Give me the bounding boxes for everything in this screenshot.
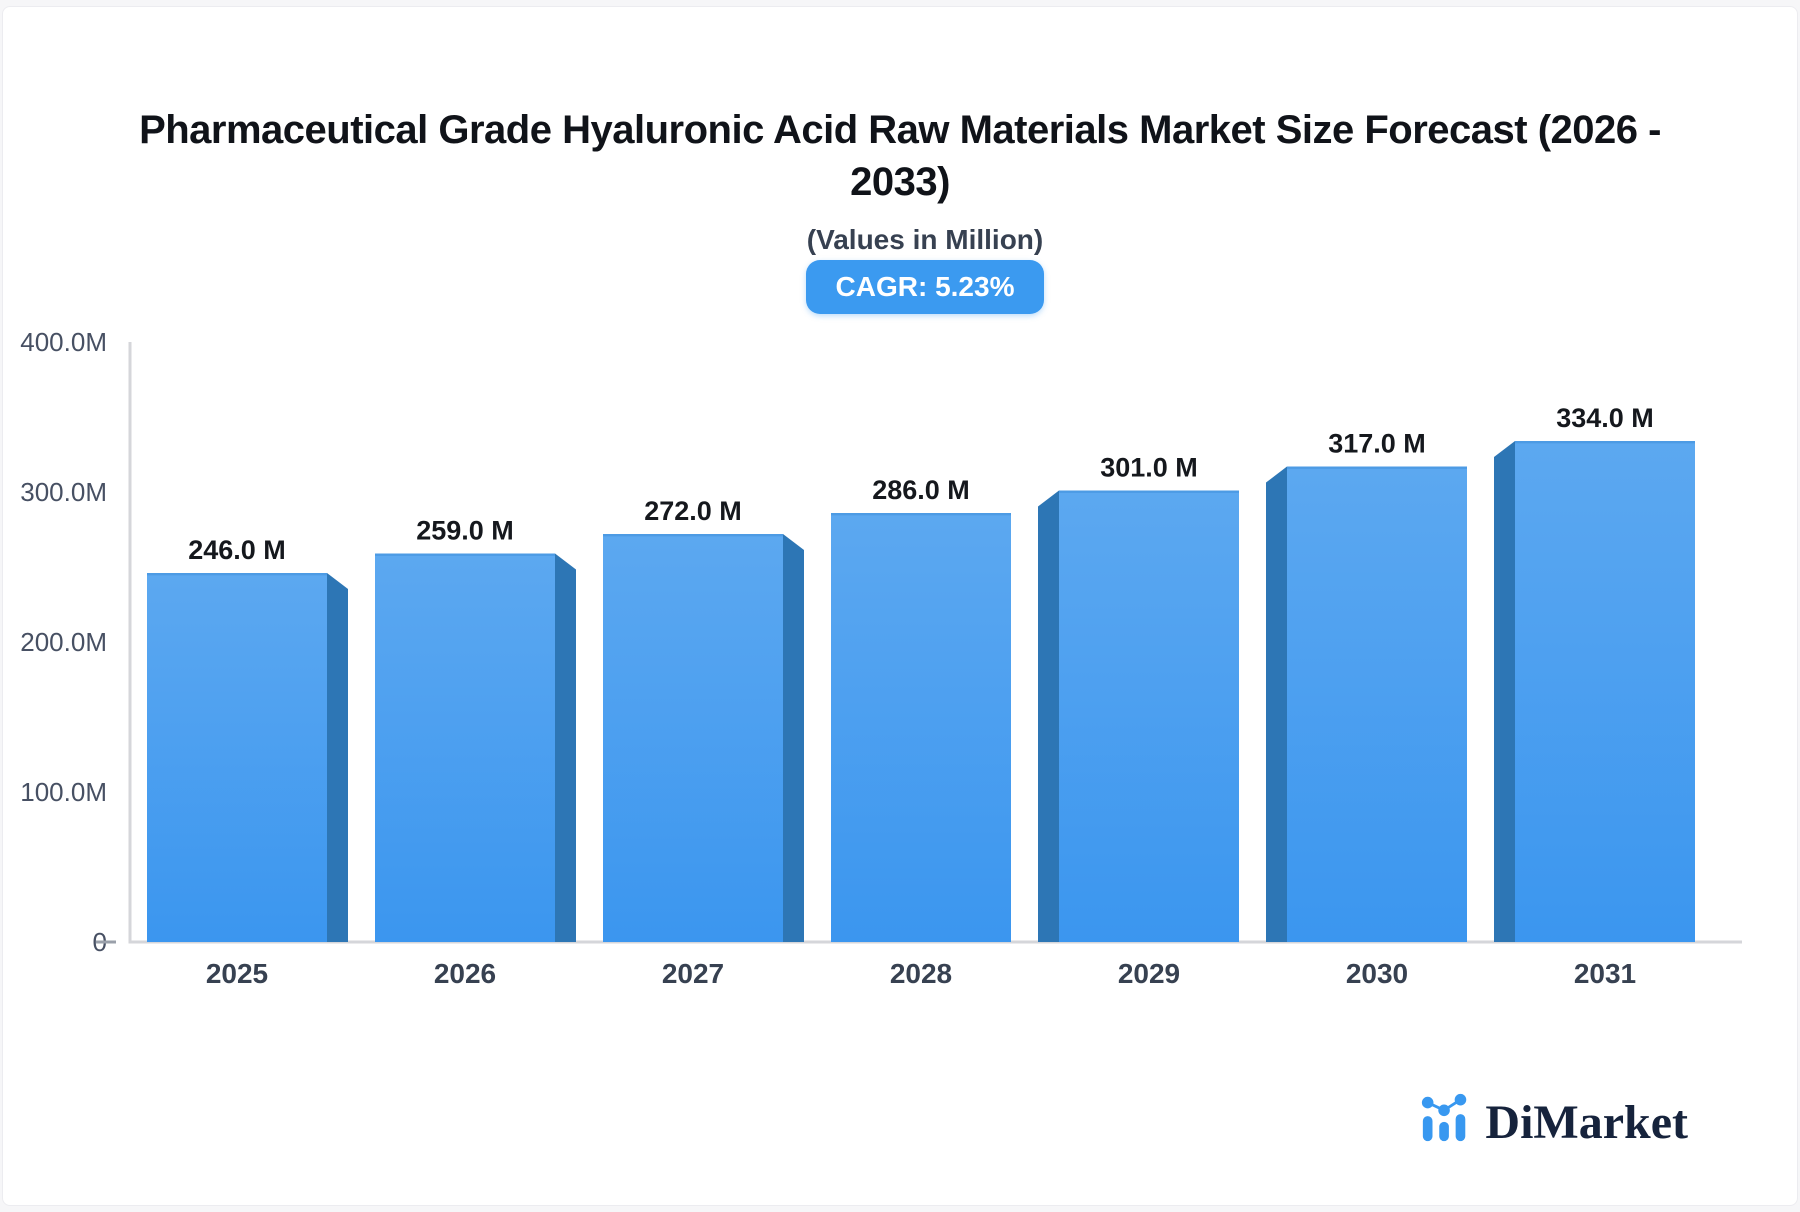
bar-group-2029: 301.0 M 2029 [1038,453,1239,989]
page-title: Pharmaceutical Grade Hyaluronic Acid Raw… [0,104,1800,208]
bar-side-2029 [1038,490,1059,942]
value-label-2025: 246.0 M [188,535,286,565]
bar-group-2028: 286.0 M 2028 [831,475,1011,989]
bar-2028[interactable] [831,513,1011,942]
year-label-2030: 2030 [1346,958,1408,989]
bar-2031[interactable] [1515,441,1695,942]
y-tick-label-100: 100.0M [20,777,107,807]
year-label-2028: 2028 [890,958,952,989]
chart-subtitle: (Values in Million) [806,224,1044,255]
bar-group-2025: 246.0 M 2025 [147,535,348,989]
y-tick-label-200: 200.0M [20,627,107,657]
logo-bar-2 [1439,1121,1450,1142]
logo-dot-1 [1422,1096,1434,1109]
bar-side-2026 [555,553,576,942]
cagr-badge: CAGR: 5.23% [805,260,1045,314]
bar-side-2025 [327,573,348,942]
y-tick-label-400: 400.0M [20,327,107,357]
value-label-2028: 286.0 M [872,475,970,505]
year-label-2031: 2031 [1574,958,1636,989]
bar-side-2027 [783,534,804,942]
value-label-2029: 301.0 M [1100,453,1198,483]
y-axis-line [128,342,132,944]
y-tick-label-300: 300.0M [20,477,107,507]
value-label-2031: 334.0 M [1556,403,1654,433]
bar-side-2030 [1266,466,1287,942]
value-label-2027: 272.0 M [644,496,742,526]
year-label-2027: 2027 [662,958,724,989]
bar-2027[interactable] [603,534,783,942]
dimarket-logo: DiMarket [1419,1090,1688,1146]
logo-dot-2 [1438,1104,1451,1117]
logo-bar-1 [1423,1116,1433,1142]
bar-group-2030: 317.0 M 2030 [1266,429,1467,989]
logo-dot-3 [1455,1093,1467,1106]
bar-group-2027: 272.0 M 2027 [603,496,804,989]
cagr-badge-wrap: CAGR: 5.23% [50,260,1800,314]
logo-text: DiMarket [1485,1095,1688,1149]
bar-2029[interactable] [1059,490,1239,943]
year-label-2029: 2029 [1118,958,1180,989]
page-title-line2: 2033) [850,160,950,204]
bar-line-chart-icon [1422,1093,1467,1142]
value-label-2026: 259.0 M [416,516,514,546]
bar-side-2031 [1494,441,1515,942]
logo-bar-3 [1456,1114,1466,1142]
bar-2030[interactable] [1287,466,1467,943]
bar-2025[interactable] [147,573,327,942]
bar-2026[interactable] [375,553,555,943]
year-label-2025: 2025 [206,958,268,989]
value-label-2030: 317.0 M [1328,429,1426,459]
bar-group-2031: 334.0 M 2031 [1494,403,1695,989]
zero-tick-dash [96,940,116,944]
year-label-2026: 2026 [434,958,496,989]
page-title-line1: Pharmaceutical Grade Hyaluronic Acid Raw… [139,108,1661,152]
bar-group-2026: 259.0 M 2026 [375,516,576,989]
